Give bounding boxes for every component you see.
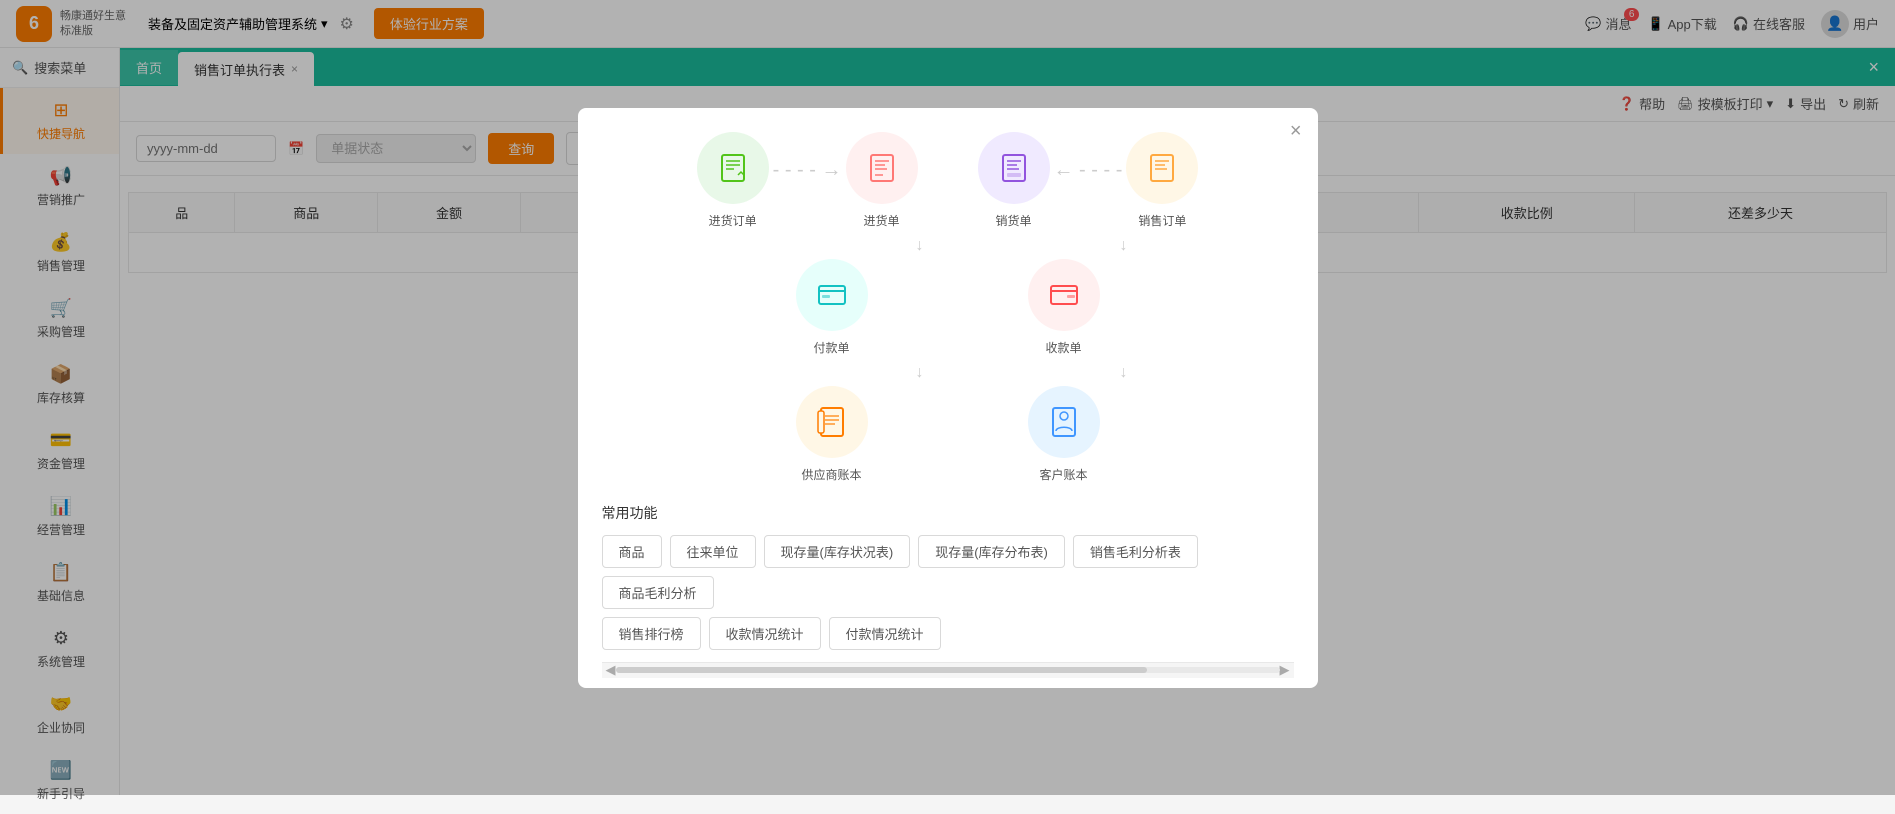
flow-row-2: 付款单 收款单: [602, 259, 1294, 356]
scroll-right-arrow[interactable]: ▶: [1280, 662, 1290, 678]
func-btn-receipt-stats[interactable]: 收款情况统计: [709, 617, 821, 650]
customer-ledger-label: 客户账本: [1039, 466, 1087, 483]
flow-node-customer-ledger[interactable]: 客户账本: [1028, 386, 1100, 483]
flow-node-sales-bill[interactable]: 销货单: [978, 132, 1050, 229]
flow-arrows-row2: ↓ ↓: [602, 364, 1294, 382]
modal-close-btn[interactable]: ×: [1290, 120, 1302, 143]
func-btn-counterpart[interactable]: 往来单位: [670, 535, 756, 568]
payment-label: 付款单: [813, 339, 849, 356]
modal: × 进货订单 - - - - → 进货单: [578, 108, 1318, 688]
supplier-ledger-icon: [796, 386, 868, 458]
flow-node-payment[interactable]: 付款单: [796, 259, 868, 356]
scroll-track[interactable]: [616, 667, 1280, 673]
down-arrow-3: ↓: [884, 364, 956, 382]
purchase-bill-label: 进货单: [863, 212, 899, 229]
flow-row-3: 供应商账本 客户账本: [602, 386, 1294, 483]
flow-row-1: 进货订单 - - - - → 进货单 销货单 ← - - - -: [602, 132, 1294, 229]
purchase-bill-icon: [846, 132, 918, 204]
func-btn-stock-dist[interactable]: 现存量(库存分布表): [918, 535, 1065, 568]
arrow-1: - - - - →: [773, 159, 842, 202]
func-btn-stock-status[interactable]: 现存量(库存状况表): [764, 535, 911, 568]
receipt-icon: [1028, 259, 1100, 331]
arrow-2: ← - - - -: [1054, 159, 1123, 202]
purchase-order-label: 进货订单: [709, 212, 757, 229]
sales-order-label: 销售订单: [1138, 212, 1186, 229]
flow-node-purchase-bill[interactable]: 进货单: [846, 132, 918, 229]
func-btn-sales-analysis[interactable]: 销售毛利分析表: [1073, 535, 1198, 568]
flow-node-receipt[interactable]: 收款单: [1028, 259, 1100, 356]
scroll-left-arrow[interactable]: ◀: [606, 662, 616, 678]
func-btn-sales-rank[interactable]: 销售排行榜: [602, 617, 701, 650]
common-title: 常用功能: [602, 503, 1294, 523]
common-functions: 常用功能 商品 往来单位 现存量(库存状况表) 现存量(库存分布表) 销售毛利分…: [602, 503, 1294, 650]
supplier-ledger-label: 供应商账本: [801, 466, 861, 483]
purchase-order-icon: [697, 132, 769, 204]
flow-node-supplier-ledger[interactable]: 供应商账本: [796, 386, 868, 483]
payment-icon: [796, 259, 868, 331]
scroll-bar: ◀ ▶: [602, 662, 1294, 678]
sales-bill-label: 销货单: [995, 212, 1031, 229]
down-arrow-1: ↓: [884, 237, 956, 255]
sales-bill-icon: [978, 132, 1050, 204]
func-btn-payment-stats[interactable]: 付款情况统计: [829, 617, 941, 650]
func-buttons-row1: 商品 往来单位 现存量(库存状况表) 现存量(库存分布表) 销售毛利分析表 商品…: [602, 535, 1294, 609]
receipt-label: 收款单: [1045, 339, 1081, 356]
customer-ledger-icon: [1028, 386, 1100, 458]
func-buttons-row2: 销售排行榜 收款情况统计 付款情况统计: [602, 617, 1294, 650]
func-btn-product-analysis[interactable]: 商品毛利分析: [602, 576, 714, 609]
func-btn-product[interactable]: 商品: [602, 535, 662, 568]
scroll-thumb: [616, 667, 1147, 673]
down-arrow-4: ↓: [1088, 364, 1160, 382]
flow-node-purchase-order[interactable]: 进货订单: [697, 132, 769, 229]
flow-node-sales-order[interactable]: 销售订单: [1126, 132, 1198, 229]
modal-overlay[interactable]: × 进货订单 - - - - → 进货单: [0, 0, 1895, 795]
down-arrow-2: ↓: [1088, 237, 1160, 255]
sales-order-icon: [1126, 132, 1198, 204]
flow-arrows-row: ↓ ↓: [602, 237, 1294, 255]
